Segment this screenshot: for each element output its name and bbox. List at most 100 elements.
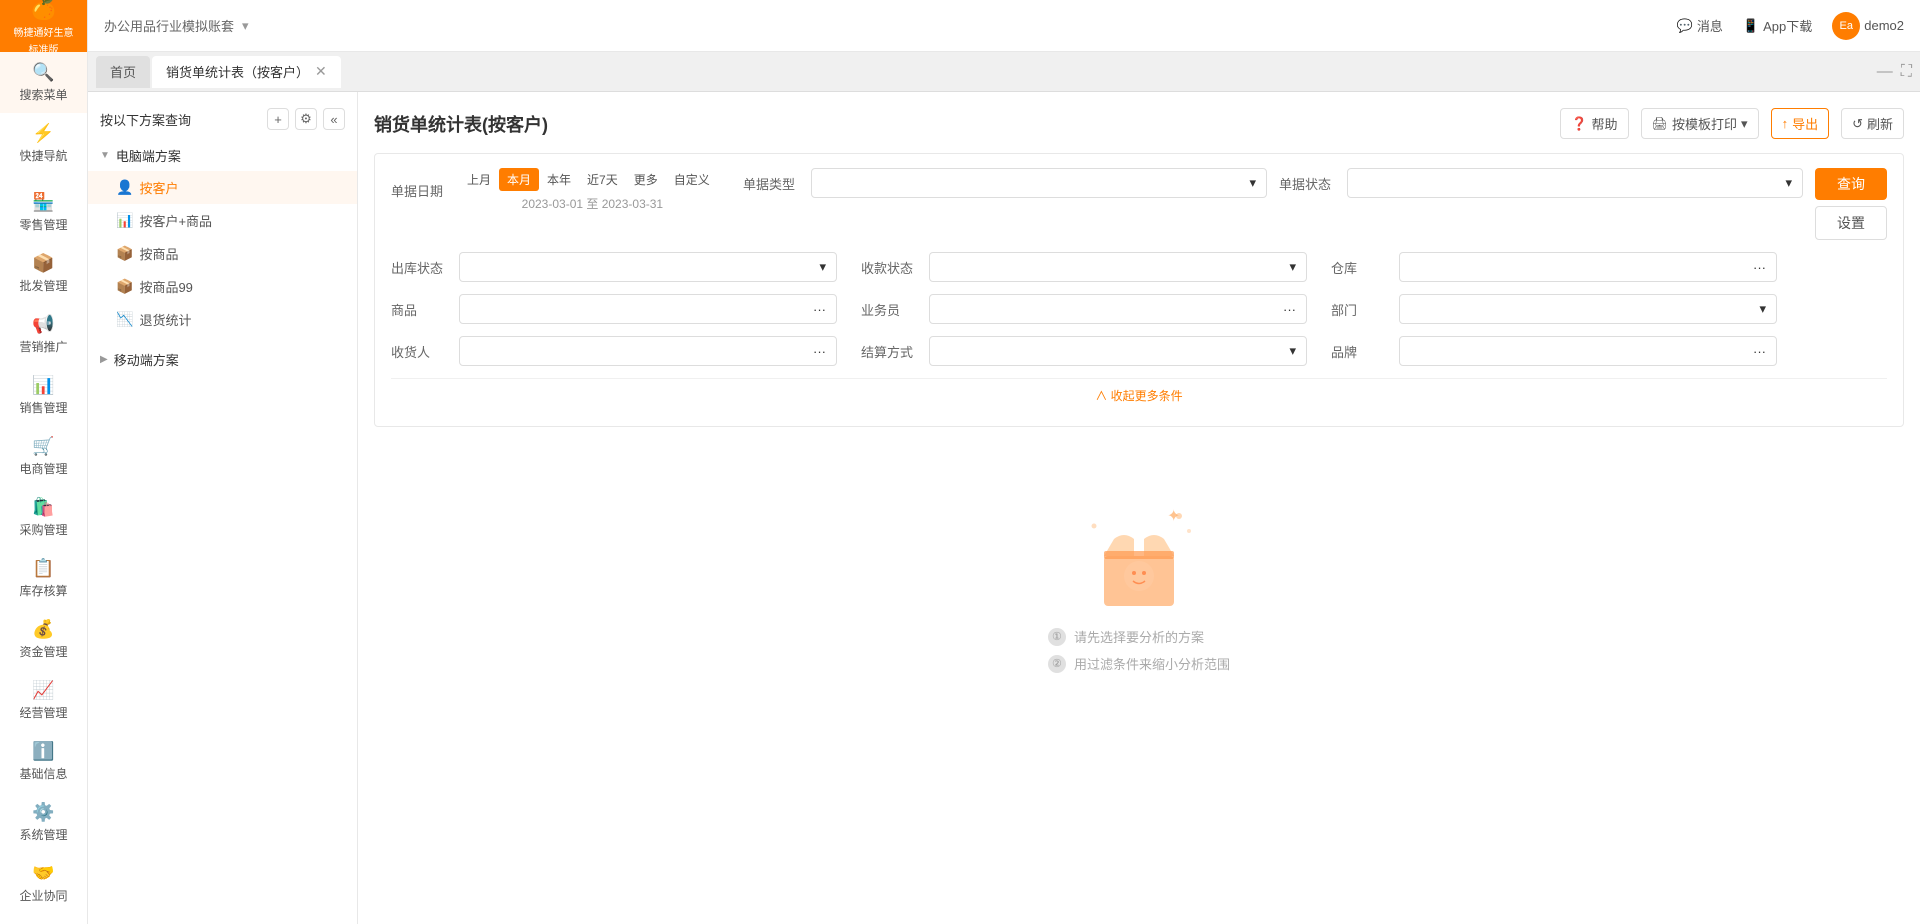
query-btn[interactable]: 查询 <box>1815 168 1887 200</box>
page-content: 按以下方案查询 + ⚙ « ▼ 电脑端方案 👤 按客户 📊 <box>88 92 1920 924</box>
empty-hint-1: ① 请先选择要分析的方案 <box>1048 627 1230 646</box>
goods-input[interactable]: ··· <box>459 294 837 324</box>
consignee-dots-icon: ··· <box>813 344 826 359</box>
salesperson-input[interactable]: ··· <box>929 294 1307 324</box>
tab-home[interactable]: 首页 <box>96 56 150 88</box>
by-customer-goods-label: 按客户+商品 <box>139 211 212 230</box>
operations-icon: 📈 <box>32 680 54 701</box>
outbound-label: 出库状态 <box>391 258 451 277</box>
preset-custom[interactable]: 自定义 <box>666 168 718 191</box>
receipt-input[interactable]: ▾ <box>929 252 1307 282</box>
department-input[interactable]: ▾ <box>1399 294 1777 324</box>
preset-last-month[interactable]: 上月 <box>459 168 499 191</box>
window-minimize-btn[interactable]: — <box>1877 63 1893 81</box>
sales-icon: 📊 <box>32 375 54 396</box>
refresh-icon: ↺ <box>1852 116 1863 132</box>
sidebar-enterprise-label: 企业协同 <box>19 887 67 904</box>
preset-this-year[interactable]: 本年 <box>539 168 579 191</box>
panel-item-by-goods[interactable]: 📦 按商品 <box>88 237 357 270</box>
salesperson-dots-icon: ··· <box>1283 302 1296 317</box>
tab-close-icon[interactable]: ✕ <box>315 63 327 80</box>
order-status-input[interactable]: ▾ <box>1347 168 1803 198</box>
mobile-arrow-icon: ▶ <box>100 354 108 365</box>
tab-sales-stat[interactable]: 销货单统计表（按客户） ✕ <box>152 56 341 88</box>
refresh-btn[interactable]: ↺ 刷新 <box>1841 108 1904 139</box>
sidebar-system-label: 系统管理 <box>19 826 67 843</box>
template-print-btn[interactable]: 🖨 按模板打印 ▾ <box>1641 108 1759 139</box>
system-icon: ⚙️ <box>32 802 54 823</box>
preset-this-month[interactable]: 本月 <box>499 168 539 191</box>
panel-item-by-customer[interactable]: 👤 按客户 <box>88 171 357 204</box>
panel-add-btn[interactable]: + <box>267 108 289 130</box>
sidebar-item-system[interactable]: ⚙️ 系统管理 <box>0 792 88 853</box>
app-download-btn[interactable]: 📱 App下载 <box>1743 16 1812 35</box>
panel-header: 按以下方案查询 + ⚙ « <box>88 102 357 136</box>
sidebar-item-shortcut[interactable]: ⚡ 快捷导航 <box>0 113 88 174</box>
panel-section-desktop-title[interactable]: ▼ 电脑端方案 <box>88 140 357 171</box>
logo-text: 畅捷通好生意 <box>14 24 74 39</box>
panel-collapse-btn[interactable]: « <box>323 108 345 130</box>
empty-hints: ① 请先选择要分析的方案 ② 用过滤条件来缩小分析范围 <box>1048 627 1230 673</box>
sidebar-item-marketing[interactable]: 📢 营销推广 <box>0 304 88 365</box>
filter-row-3: 商品 ··· 业务员 ··· <box>391 294 1887 324</box>
preset-last-7[interactable]: 近7天 <box>579 168 626 191</box>
sidebar-item-newbie[interactable]: 🎯 新手引导 <box>0 914 88 924</box>
app-logo: 🍊 畅捷通好生意 标准版 <box>0 0 88 52</box>
tab-bar: 首页 销货单统计表（按客户） ✕ — ⛶ <box>88 52 1920 92</box>
panel-section-mobile: ▶ 移动端方案 <box>88 340 357 379</box>
sidebar-wholesale-label: 批发管理 <box>19 277 67 294</box>
panel-settings-btn[interactable]: ⚙ <box>295 108 317 130</box>
export-btn[interactable]: ↑ 导出 <box>1771 108 1830 139</box>
sidebar-item-wholesale[interactable]: 📦 批发管理 <box>0 243 88 304</box>
sidebar-item-sales[interactable]: 📊 销售管理 <box>0 365 88 426</box>
sidebar-item-enterprise[interactable]: 🤝 企业协同 <box>0 853 88 914</box>
sidebar-item-retail[interactable]: 🏪 零售管理 <box>0 182 88 243</box>
settlement-input[interactable]: ▾ <box>929 336 1307 366</box>
panel-item-refund-stat[interactable]: 📉 退货统计 <box>88 303 357 336</box>
outbound-input[interactable]: ▾ <box>459 252 837 282</box>
sidebar-item-basic[interactable]: ℹ️ 基础信息 <box>0 731 88 792</box>
print-icon: 🖨 <box>1652 116 1669 132</box>
order-status-dropdown-icon: ▾ <box>1785 175 1792 191</box>
preset-more[interactable]: 更多 <box>626 168 666 191</box>
message-btn[interactable]: 💬 消息 <box>1677 16 1723 35</box>
warehouse-input[interactable]: ··· <box>1399 252 1777 282</box>
sidebar-item-purchase[interactable]: 🛍️ 采购管理 <box>0 487 88 548</box>
sidebar-sales-label: 销售管理 <box>19 399 67 416</box>
collapse-bar[interactable]: ∧ 收起更多条件 <box>391 378 1887 412</box>
dropdown-arrow-icon[interactable]: ▾ <box>242 18 249 34</box>
collapse-label: ∧ 收起更多条件 <box>1095 389 1182 403</box>
sidebar-item-inventory[interactable]: 📋 库存核算 <box>0 548 88 609</box>
receipt-dropdown-icon: ▾ <box>1289 259 1296 275</box>
window-maximize-btn[interactable]: ⛶ <box>1901 63 1912 81</box>
panel-item-by-customer-goods[interactable]: 📊 按客户+商品 <box>88 204 357 237</box>
right-content: 销货单统计表(按客户) ❓ 帮助 🖨 按模板打印 ▾ ↑ 导出 <box>358 92 1920 924</box>
sidebar-item-finance[interactable]: 💰 资金管理 <box>0 609 88 670</box>
export-label: 导出 <box>1792 114 1818 133</box>
user-profile[interactable]: Ea demo2 <box>1832 12 1904 40</box>
svg-text:✦: ✦ <box>1167 508 1180 525</box>
panel-section-mobile-title[interactable]: ▶ 移动端方案 <box>88 344 357 375</box>
help-label: 帮助 <box>1591 114 1617 133</box>
sidebar-purchase-label: 采购管理 <box>19 521 67 538</box>
sidebar-basic-label: 基础信息 <box>19 765 67 782</box>
brand-input[interactable]: ··· <box>1399 336 1777 366</box>
basic-icon: ℹ️ <box>32 741 54 762</box>
main-area: 办公用品行业模拟账套 ▾ 💬 消息 📱 App下载 Ea demo2 首页 <box>88 0 1920 924</box>
order-type-input[interactable]: ▾ <box>811 168 1267 198</box>
date-range-display: 2023-03-01 至 2023-03-31 <box>522 195 663 212</box>
ecommerce-icon: 🛒 <box>32 436 54 457</box>
sidebar-item-search[interactable]: 🔍 搜索菜单 <box>0 52 88 113</box>
panel-item-by-goods-99[interactable]: 📦 按商品99 <box>88 270 357 303</box>
finance-icon: 💰 <box>32 619 54 640</box>
sidebar-item-operations[interactable]: 📈 经营管理 <box>0 670 88 731</box>
settings-btn[interactable]: 设置 <box>1815 206 1887 240</box>
sidebar-finance-label: 资金管理 <box>19 643 67 660</box>
user-name: demo2 <box>1864 18 1904 33</box>
sidebar-item-ecommerce[interactable]: 🛒 电商管理 <box>0 426 88 487</box>
department-dropdown-icon: ▾ <box>1759 301 1766 317</box>
help-btn[interactable]: ❓ 帮助 <box>1560 108 1628 139</box>
receipt-label: 收款状态 <box>861 258 921 277</box>
sidebar: 🍊 畅捷通好生意 标准版 🔍 搜索菜单 ⚡ 快捷导航 🏪 零售管理 📦 批发管理… <box>0 0 88 924</box>
consignee-input[interactable]: ··· <box>459 336 837 366</box>
